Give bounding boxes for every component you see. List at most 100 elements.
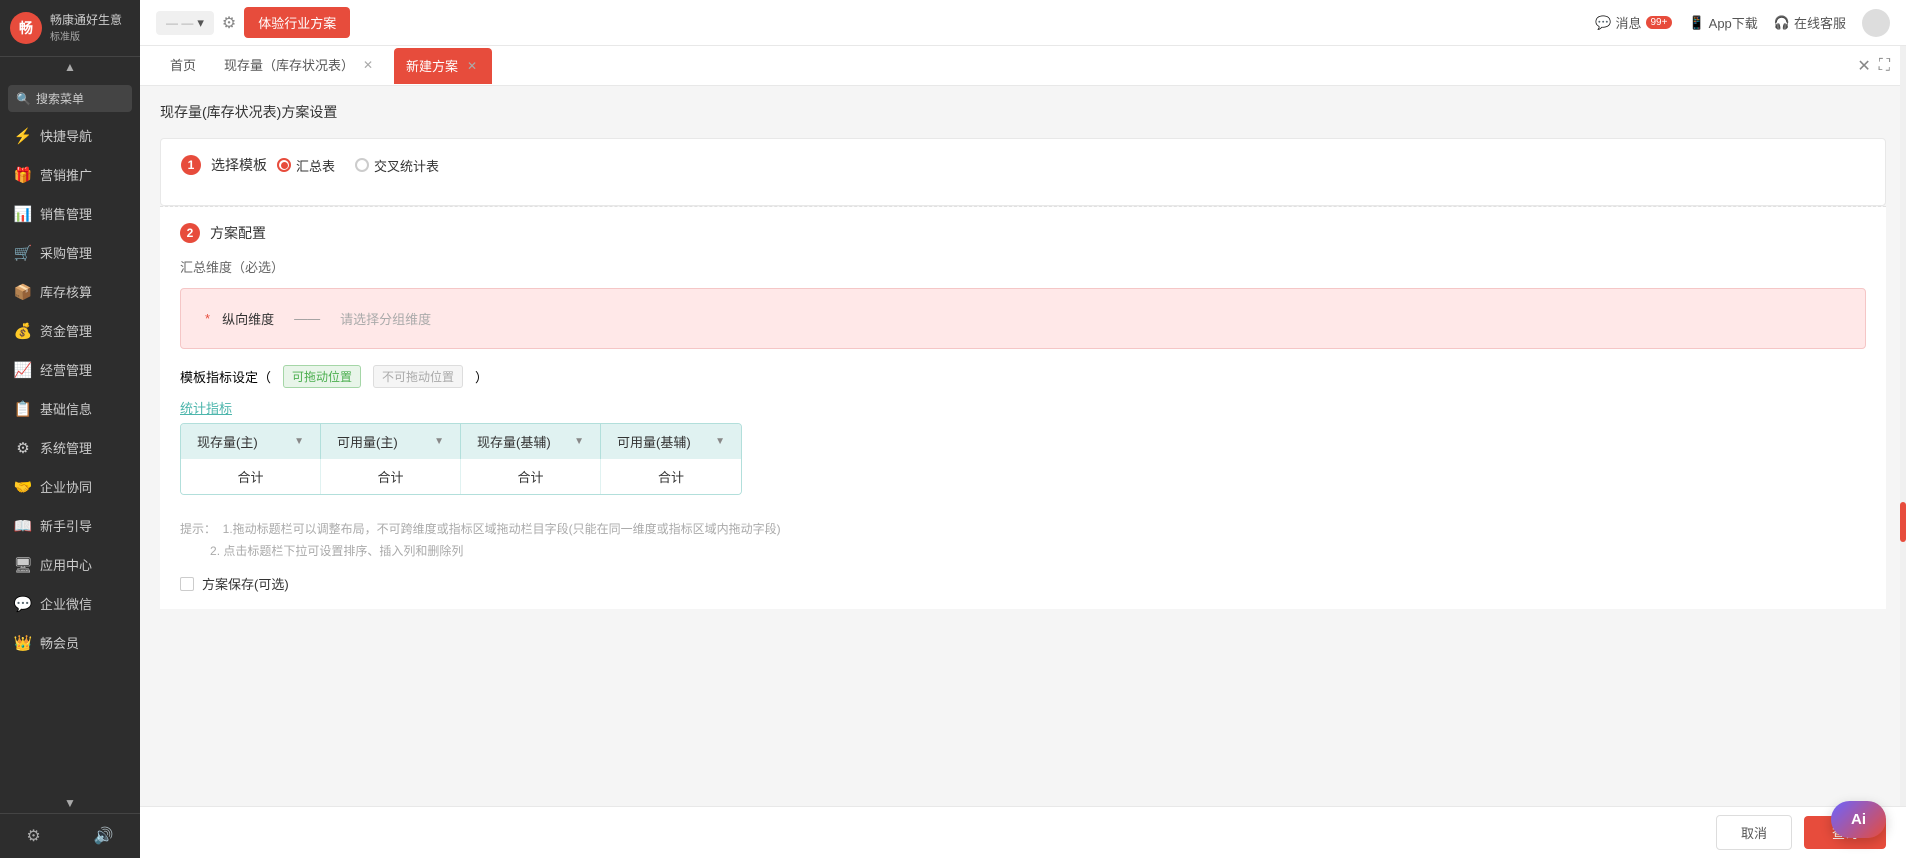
tab-home[interactable]: 首页: [156, 46, 210, 86]
operations-icon: 📈: [14, 361, 32, 379]
sidebar-item-vip[interactable]: 👑 畅会员: [0, 623, 140, 662]
radio-summary-label: 汇总表: [296, 156, 335, 175]
sidebar-item-operations[interactable]: 📈 经营管理: [0, 350, 140, 389]
topbar-gear-icon[interactable]: ⚙: [222, 13, 236, 33]
dimension-name: 纵向维度: [222, 309, 274, 328]
purchase-icon: 🛒: [14, 244, 32, 262]
radio-summary[interactable]: 汇总表: [277, 156, 335, 175]
step2-section: 2 方案配置 汇总维度（必选） * 纵向维度 —— 请选择分组维度 模板指标设定…: [160, 207, 1886, 609]
save-checkbox[interactable]: [180, 577, 194, 591]
col-header-chevron-1[interactable]: ▼: [434, 436, 444, 447]
step1-header: 1 选择模板 汇总表 交叉统计表: [181, 155, 1865, 175]
user-avatar[interactable]: [1862, 9, 1890, 37]
col-cell-1: 合计: [321, 459, 461, 494]
customer-service-btn[interactable]: 🎧 在线客服: [1774, 13, 1846, 32]
col-header-3[interactable]: 可用量(基辅) ▼: [601, 424, 741, 459]
sidebar-scroll-up[interactable]: ▲: [0, 57, 140, 77]
dimension-placeholder: 请选择分组维度: [340, 309, 431, 328]
sidebar: 畅 畅康通好生意 标准版 ▲ 🔍 搜索菜单 ⚡ 快捷导航 🎁 营销推广 📊 销售…: [0, 0, 140, 858]
message-label: 消息: [1615, 13, 1641, 32]
tab-new[interactable]: 新建方案 ✕: [394, 48, 492, 84]
inventory-icon: 📦: [14, 283, 32, 301]
customer-service-label: 在线客服: [1794, 13, 1846, 32]
col-header-label-3: 可用量(基辅): [617, 432, 691, 451]
radio-cross-label: 交叉统计表: [374, 156, 439, 175]
dimension-dash: ——: [294, 311, 320, 326]
sidebar-nav: ⚡ 快捷导航 🎁 营销推广 📊 销售管理 🛒 采购管理 📦 库存核算 💰 资金管…: [0, 116, 140, 793]
col-header-2[interactable]: 现存量(基辅) ▼: [461, 424, 601, 459]
message-btn[interactable]: 💬 消息 99+: [1595, 13, 1672, 32]
col-header-0[interactable]: 现存量(主) ▼: [181, 424, 321, 459]
sidebar-item-enterprise[interactable]: 🤝 企业协同: [0, 467, 140, 506]
sidebar-item-label: 畅会员: [40, 633, 79, 652]
tab-inventory[interactable]: 现存量（库存状况表） ✕: [210, 46, 390, 86]
settings-bottom-icon[interactable]: ⚙: [18, 822, 48, 850]
tab-inventory-label: 现存量（库存状况表）: [224, 55, 354, 74]
tab-expand-icon[interactable]: ⛶: [1879, 57, 1890, 75]
sidebar-item-guide[interactable]: 📖 新手引导: [0, 506, 140, 545]
stats-label: 统计指标: [180, 398, 1866, 417]
tab-close-window-icon[interactable]: ✕: [1857, 56, 1870, 76]
sidebar-item-app-center[interactable]: 🖥 应用中心: [0, 545, 140, 584]
sidebar-item-system[interactable]: ⚙ 系统管理: [0, 428, 140, 467]
headset-icon: 🎧: [1774, 15, 1790, 31]
dimension-required-star: *: [205, 311, 210, 326]
tabs-right: ✕ ⛶: [1857, 56, 1890, 76]
sidebar-logo: 畅 畅康通好生意 标准版: [0, 0, 140, 57]
sales-icon: 📊: [14, 205, 32, 223]
step2-title: 方案配置: [210, 223, 266, 243]
sidebar-item-basic-info[interactable]: 📋 基础信息: [0, 389, 140, 428]
sidebar-item-marketing[interactable]: 🎁 营销推广: [0, 155, 140, 194]
col-header-chevron-0[interactable]: ▼: [294, 436, 304, 447]
tab-new-close[interactable]: ✕: [464, 58, 480, 74]
enterprise-icon: 🤝: [14, 478, 32, 496]
sidebar-item-sales[interactable]: 📊 销售管理: [0, 194, 140, 233]
page-title: 现存量(库存状况表)方案设置: [160, 102, 1886, 122]
company-selector[interactable]: — — ▾: [156, 11, 214, 35]
app-center-icon: 🖥: [14, 556, 32, 574]
tab-bar: 首页 现存量（库存状况表） ✕ 新建方案 ✕ ✕ ⛶: [140, 46, 1906, 86]
step2-num: 2: [180, 223, 200, 243]
sidebar-item-finance[interactable]: 💰 资金管理: [0, 311, 140, 350]
sidebar-item-purchase[interactable]: 🛒 采购管理: [0, 233, 140, 272]
save-label: 方案保存(可选): [202, 574, 289, 593]
col-header-label-0: 现存量(主): [197, 432, 258, 451]
finance-icon: 💰: [14, 322, 32, 340]
step2-header: 2 方案配置: [180, 223, 1866, 243]
speaker-icon[interactable]: 🔊: [86, 822, 122, 850]
indicator-table-body: 合计 合计 合计 合计: [181, 459, 741, 494]
col-cell-0: 合计: [181, 459, 321, 494]
indicator-label-row: 模板指标设定（ 可拖动位置 不可拖动位置 ）: [180, 365, 1866, 388]
sidebar-item-label: 资金管理: [40, 321, 92, 340]
topbar-left: — — ▾ ⚙ 体验行业方案: [156, 7, 1583, 38]
tab-new-label: 新建方案: [406, 56, 458, 75]
sidebar-item-wechat[interactable]: 💬 企业微信: [0, 584, 140, 623]
col-header-chevron-3[interactable]: ▼: [715, 436, 725, 447]
col-header-1[interactable]: 可用量(主) ▼: [321, 424, 461, 459]
cancel-button[interactable]: 取消: [1716, 815, 1792, 850]
message-icon: 💬: [1595, 15, 1611, 31]
sidebar-item-label: 销售管理: [40, 204, 92, 223]
sidebar-item-label: 采购管理: [40, 243, 92, 262]
scroll-track: [1900, 46, 1906, 806]
sidebar-item-label: 库存核算: [40, 282, 92, 301]
sidebar-search[interactable]: 🔍 搜索菜单: [8, 85, 132, 112]
sidebar-item-shortcut[interactable]: ⚡ 快捷导航: [0, 116, 140, 155]
sidebar-item-label: 企业微信: [40, 594, 92, 613]
sidebar-bottom: ⚙ 🔊: [0, 813, 140, 858]
dimension-input-box[interactable]: * 纵向维度 —— 请选择分组维度: [180, 288, 1866, 349]
sidebar-scroll-down[interactable]: ▼: [0, 793, 140, 813]
sidebar-item-label: 基础信息: [40, 399, 92, 418]
company-dropdown-icon: ▾: [197, 15, 204, 31]
tab-inventory-close[interactable]: ✕: [360, 57, 376, 73]
app-icon: 📱: [1688, 15, 1704, 31]
col-header-chevron-2[interactable]: ▼: [574, 436, 584, 447]
app-download-btn[interactable]: 📱 App下载: [1688, 13, 1757, 32]
sidebar-item-label: 企业协同: [40, 477, 92, 496]
radio-cross[interactable]: 交叉统计表: [355, 156, 439, 175]
sidebar-item-inventory[interactable]: 📦 库存核算: [0, 272, 140, 311]
template-radio-group: 汇总表 交叉统计表: [277, 156, 439, 175]
app-logo-icon: 畅: [10, 12, 42, 44]
ai-float-button[interactable]: Ai: [1831, 801, 1886, 838]
trial-btn[interactable]: 体验行业方案: [244, 7, 350, 38]
